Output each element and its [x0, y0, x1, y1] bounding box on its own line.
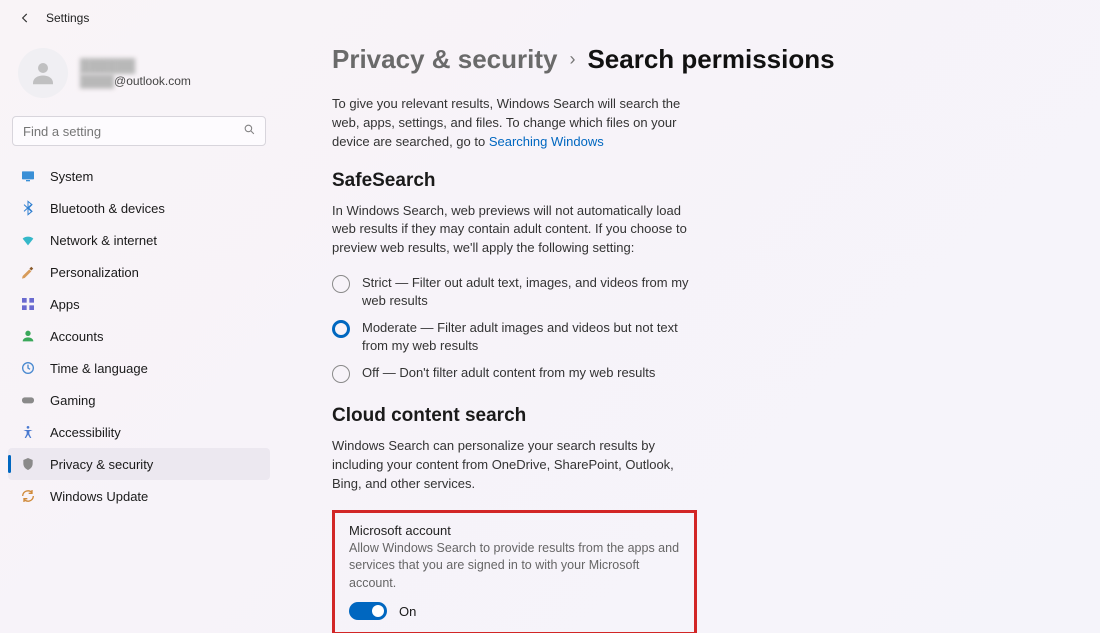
update-icon	[20, 488, 36, 504]
back-arrow-icon[interactable]	[18, 11, 32, 25]
user-display-name: ██████	[80, 58, 191, 74]
cloud-heading: Cloud content search	[332, 405, 1060, 427]
radio-icon	[332, 320, 350, 338]
user-profile[interactable]: ██████ ████@outlook.com	[8, 42, 270, 112]
sidebar-item-label: Windows Update	[50, 489, 148, 504]
sidebar: ██████ ████@outlook.com System Bluetooth…	[0, 36, 282, 633]
system-icon	[20, 168, 36, 184]
sidebar-item-label: Personalization	[50, 265, 139, 280]
brush-icon	[20, 264, 36, 280]
breadcrumb: Privacy & security › Search permissions	[332, 44, 1060, 75]
searching-windows-link[interactable]: Searching Windows	[489, 134, 604, 149]
sidebar-item-gaming[interactable]: Gaming	[8, 384, 270, 416]
page-title: Search permissions	[587, 44, 834, 75]
safesearch-option-strict[interactable]: Strict — Filter out adult text, images, …	[332, 274, 692, 309]
app-title: Settings	[46, 11, 89, 25]
accessibility-icon	[20, 424, 36, 440]
sidebar-item-accounts[interactable]: Accounts	[8, 320, 270, 352]
cloud-desc: Windows Search can personalize your sear…	[332, 437, 692, 494]
sidebar-item-system[interactable]: System	[8, 160, 270, 192]
search-input-wrapper	[12, 116, 266, 146]
ms-account-title: Microsoft account	[349, 523, 680, 538]
safesearch-desc: In Windows Search, web previews will not…	[332, 202, 692, 259]
sidebar-item-label: Time & language	[50, 361, 148, 376]
sidebar-item-label: Gaming	[50, 393, 96, 408]
ms-account-toggle[interactable]	[349, 602, 387, 620]
person-icon	[20, 328, 36, 344]
bluetooth-icon	[20, 200, 36, 216]
sidebar-item-update[interactable]: Windows Update	[8, 480, 270, 512]
shield-icon	[20, 456, 36, 472]
intro-text: To give you relevant results, Windows Se…	[332, 95, 692, 152]
user-email: ████@outlook.com	[80, 74, 191, 88]
sidebar-item-label: Apps	[50, 297, 80, 312]
sidebar-item-apps[interactable]: Apps	[8, 288, 270, 320]
sidebar-item-label: Accessibility	[50, 425, 121, 440]
sidebar-item-network[interactable]: Network & internet	[8, 224, 270, 256]
sidebar-item-accessibility[interactable]: Accessibility	[8, 416, 270, 448]
sidebar-item-label: Accounts	[50, 329, 103, 344]
sidebar-item-label: Bluetooth & devices	[50, 201, 165, 216]
wifi-icon	[20, 232, 36, 248]
sidebar-item-time[interactable]: Time & language	[8, 352, 270, 384]
content-pane: Privacy & security › Search permissions …	[282, 36, 1100, 633]
sidebar-item-label: Network & internet	[50, 233, 157, 248]
chevron-right-icon: ›	[569, 49, 575, 70]
sidebar-item-personalization[interactable]: Personalization	[8, 256, 270, 288]
avatar	[18, 48, 68, 98]
sidebar-item-bluetooth[interactable]: Bluetooth & devices	[8, 192, 270, 224]
safesearch-option-off[interactable]: Off — Don't filter adult content from my…	[332, 364, 692, 383]
sidebar-item-label: Privacy & security	[50, 457, 153, 472]
search-icon[interactable]	[243, 123, 256, 139]
radio-icon	[332, 275, 350, 293]
sidebar-item-label: System	[50, 169, 93, 184]
ms-account-state: On	[399, 604, 416, 619]
highlighted-setting: Microsoft account Allow Windows Search t…	[332, 510, 697, 633]
apps-icon	[20, 296, 36, 312]
gamepad-icon	[20, 392, 36, 408]
ms-account-desc: Allow Windows Search to provide results …	[349, 540, 680, 593]
search-input[interactable]	[12, 116, 266, 146]
sidebar-item-privacy[interactable]: Privacy & security	[8, 448, 270, 480]
clock-globe-icon	[20, 360, 36, 376]
breadcrumb-parent[interactable]: Privacy & security	[332, 44, 557, 75]
safesearch-heading: SafeSearch	[332, 170, 1060, 192]
radio-icon	[332, 365, 350, 383]
safesearch-option-moderate[interactable]: Moderate — Filter adult images and video…	[332, 319, 692, 354]
